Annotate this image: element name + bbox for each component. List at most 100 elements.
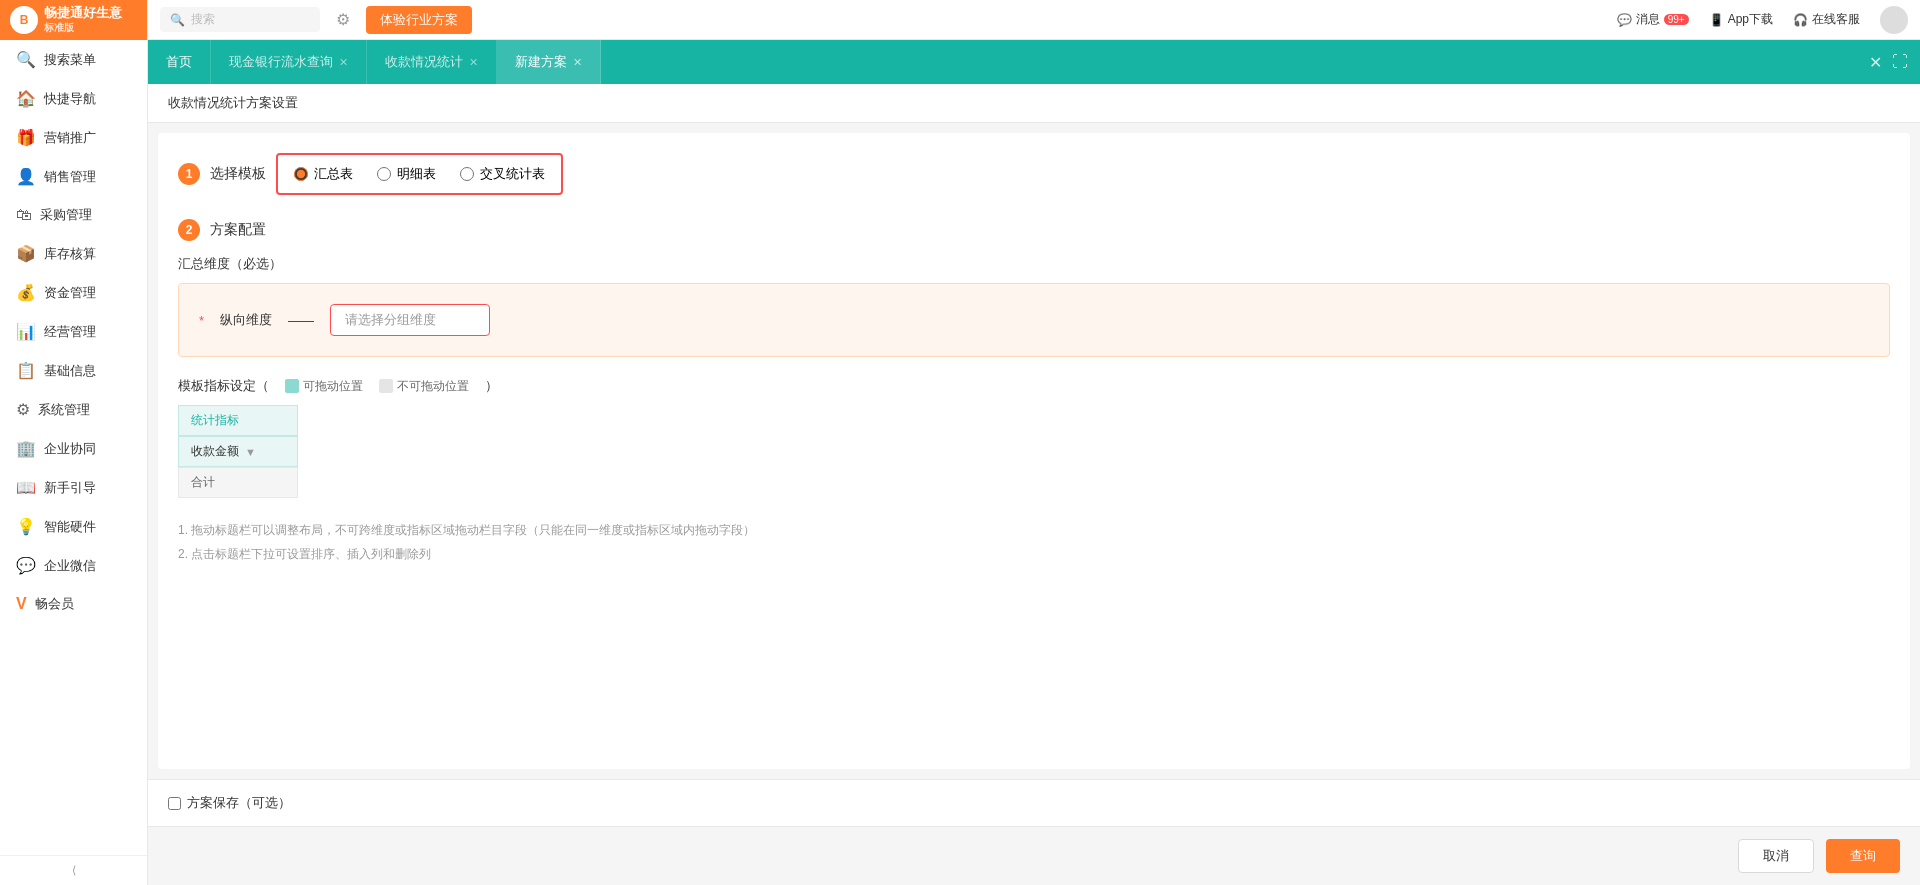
radio-summary[interactable]: 汇总表 <box>294 165 353 183</box>
sidebar-item-operations[interactable]: 📊 经营管理 <box>0 312 147 351</box>
template-options-group: 汇总表 明细表 交叉统计表 <box>276 153 563 195</box>
radio-summary-input[interactable] <box>294 167 308 181</box>
sidebar-item-newbie[interactable]: 📖 新手引导 <box>0 468 147 507</box>
row-dimension-label: 纵向维度 <box>220 311 272 329</box>
radio-detail[interactable]: 明细表 <box>377 165 436 183</box>
breadcrumb: 收款情况统计方案设置 <box>168 95 298 110</box>
sidebar-item-capital[interactable]: 💰 资金管理 <box>0 273 147 312</box>
sidebar-logo: B 畅捷通好生意 标准版 <box>0 0 147 40</box>
vip-icon: V <box>16 595 27 613</box>
step1-title: 选择模板 <box>210 165 266 183</box>
dimension-placeholder: 请选择分组维度 <box>345 311 436 329</box>
money-icon: 💰 <box>16 283 36 302</box>
app-icon: 📱 <box>1709 13 1724 27</box>
draggable-legend-box <box>285 379 299 393</box>
tip-2: 2. 点击标题栏下拉可设置排序、插入列和删除列 <box>178 542 1890 566</box>
dimension-area: * 纵向维度 —— 请选择分组维度 <box>178 283 1890 357</box>
query-button[interactable]: 查询 <box>1826 839 1900 873</box>
required-mark: * <box>199 313 204 328</box>
sidebar-item-marketing[interactable]: 🎁 营销推广 <box>0 118 147 157</box>
config-section: 汇总维度（必选） * 纵向维度 —— 请选择分组维度 模 <box>178 255 1890 566</box>
message-button[interactable]: 💬 消息 99+ <box>1617 11 1689 28</box>
metrics-title-text: 模板指标设定（ <box>178 377 269 395</box>
building-icon: 🏢 <box>16 439 36 458</box>
metrics-header: 模板指标设定（ 可拖动位置 不可拖动位置 ） <box>178 377 1890 395</box>
sidebar-item-quick-nav[interactable]: 🏠 快捷导航 <box>0 79 147 118</box>
logo-icon: B <box>10 6 38 34</box>
bulb-icon: 💡 <box>16 517 36 536</box>
metrics-table: 统计指标 收款金额 ▼ 合计 <box>178 405 1890 498</box>
sidebar-item-system[interactable]: ⚙ 系统管理 <box>0 390 147 429</box>
tab-close-new-plan[interactable]: ✕ <box>573 56 582 69</box>
dimension-section-label: 汇总维度（必选） <box>178 255 1890 273</box>
sidebar: B 畅捷通好生意 标准版 🔍 搜索菜单 🏠 快捷导航 🎁 营销推广 👤 销售管理… <box>0 0 148 885</box>
sidebar-expand-btn[interactable]: ⟨ <box>8 864 139 877</box>
sidebar-item-enterprise-wechat[interactable]: 💬 企业微信 <box>0 546 147 585</box>
step2-badge: 2 <box>178 219 200 241</box>
tab-bar: 首页 现金银行流水查询 ✕ 收款情况统计 ✕ 新建方案 ✕ ✕ ⛶ <box>148 40 1920 84</box>
tab-new-plan[interactable]: 新建方案 ✕ <box>497 40 601 84</box>
online-service-button[interactable]: 🎧 在线客服 <box>1793 11 1860 28</box>
service-icon: 🎧 <box>1793 13 1808 27</box>
app-download-button[interactable]: 📱 App下载 <box>1709 11 1773 28</box>
radio-detail-input[interactable] <box>377 167 391 181</box>
cancel-button[interactable]: 取消 <box>1738 839 1814 873</box>
tabbar-actions: ✕ ⛶ <box>1869 40 1920 84</box>
sidebar-item-search-menu[interactable]: 🔍 搜索菜单 <box>0 40 147 79</box>
metrics-column: 统计指标 收款金额 ▼ 合计 <box>178 405 298 498</box>
step2-title: 方案配置 <box>210 221 266 239</box>
tab-bank-flow[interactable]: 现金银行流水查询 ✕ <box>211 40 367 84</box>
step2-section: 2 方案配置 汇总维度（必选） * 纵向维度 —— 请选择分组维度 <box>178 219 1890 566</box>
top-header: 🔍 搜索 ⚙ 体验行业方案 💬 消息 99+ 📱 App下载 🎧 在线客服 <box>148 0 1920 40</box>
logo-text: 畅捷通好生意 标准版 <box>44 5 122 35</box>
save-checkbox[interactable] <box>168 797 181 810</box>
gear-icon: ⚙ <box>16 400 30 419</box>
close-window-icon[interactable]: ✕ <box>1869 53 1882 72</box>
chart-icon: 📊 <box>16 322 36 341</box>
maximize-icon[interactable]: ⛶ <box>1892 53 1908 71</box>
user-icon: 👤 <box>16 167 36 186</box>
sidebar-item-basic-info[interactable]: 📋 基础信息 <box>0 351 147 390</box>
page-body: 1 选择模板 汇总表 明细表 交叉统计表 <box>158 133 1910 769</box>
user-avatar[interactable] <box>1880 6 1908 34</box>
tab-collection-stats[interactable]: 收款情况统计 ✕ <box>367 40 497 84</box>
page-header: 收款情况统计方案设置 <box>148 84 1920 123</box>
sidebar-item-membership[interactable]: V 畅会员 <box>0 585 147 623</box>
sidebar-bottom: ⟨ <box>0 855 147 885</box>
tab-close-bank-flow[interactable]: ✕ <box>339 56 348 69</box>
metrics-tag-collection-amount[interactable]: 收款金额 ▼ <box>178 436 298 467</box>
sidebar-item-sales[interactable]: 👤 销售管理 <box>0 157 147 196</box>
save-label: 方案保存（可选） <box>187 794 291 812</box>
search-placeholder: 搜索 <box>191 11 215 28</box>
gift-icon: 🎁 <box>16 128 36 147</box>
dropdown-icon: ▼ <box>245 446 256 458</box>
box-icon: 📦 <box>16 244 36 263</box>
fixed-legend: 不可拖动位置 <box>379 378 469 395</box>
step1-header: 1 选择模板 汇总表 明细表 交叉统计表 <box>178 153 1890 195</box>
main-area: 🔍 搜索 ⚙ 体验行业方案 💬 消息 99+ 📱 App下载 🎧 在线客服 首页 <box>148 0 1920 885</box>
radio-crosstab[interactable]: 交叉统计表 <box>460 165 545 183</box>
book-icon: 📖 <box>16 478 36 497</box>
content-area: 收款情况统计方案设置 1 选择模板 汇总表 明细表 <box>148 84 1920 885</box>
search-input-wrapper[interactable]: 🔍 搜索 <box>160 7 320 32</box>
tab-close-collection-stats[interactable]: ✕ <box>469 56 478 69</box>
sidebar-item-purchase[interactable]: 🛍 采购管理 <box>0 196 147 234</box>
arrow-icon: —— <box>288 313 314 328</box>
sidebar-item-inventory[interactable]: 📦 库存核算 <box>0 234 147 273</box>
tab-home[interactable]: 首页 <box>148 40 211 84</box>
header-right: 💬 消息 99+ 📱 App下载 🎧 在线客服 <box>1617 6 1908 34</box>
dimension-select[interactable]: 请选择分组维度 <box>330 304 490 336</box>
tip-1: 1. 拖动标题栏可以调整布局，不可跨维度或指标区域拖动栏目字段（只能在同一维度或… <box>178 518 1890 542</box>
bag-icon: 🛍 <box>16 206 32 224</box>
settings-gear-icon[interactable]: ⚙ <box>336 10 350 29</box>
dimension-row: * 纵向维度 —— 请选择分组维度 <box>199 304 1869 336</box>
sidebar-item-smart-hardware[interactable]: 💡 智能硬件 <box>0 507 147 546</box>
step1-section: 1 选择模板 汇总表 明细表 交叉统计表 <box>178 153 1890 195</box>
sidebar-item-enterprise[interactable]: 🏢 企业协同 <box>0 429 147 468</box>
trial-button[interactable]: 体验行业方案 <box>366 6 472 34</box>
radio-crosstab-input[interactable] <box>460 167 474 181</box>
step1-badge: 1 <box>178 163 200 185</box>
save-section: 方案保存（可选） <box>148 779 1920 826</box>
footer-actions: 取消 查询 <box>148 826 1920 885</box>
metrics-subtag-total: 合计 <box>178 467 298 498</box>
